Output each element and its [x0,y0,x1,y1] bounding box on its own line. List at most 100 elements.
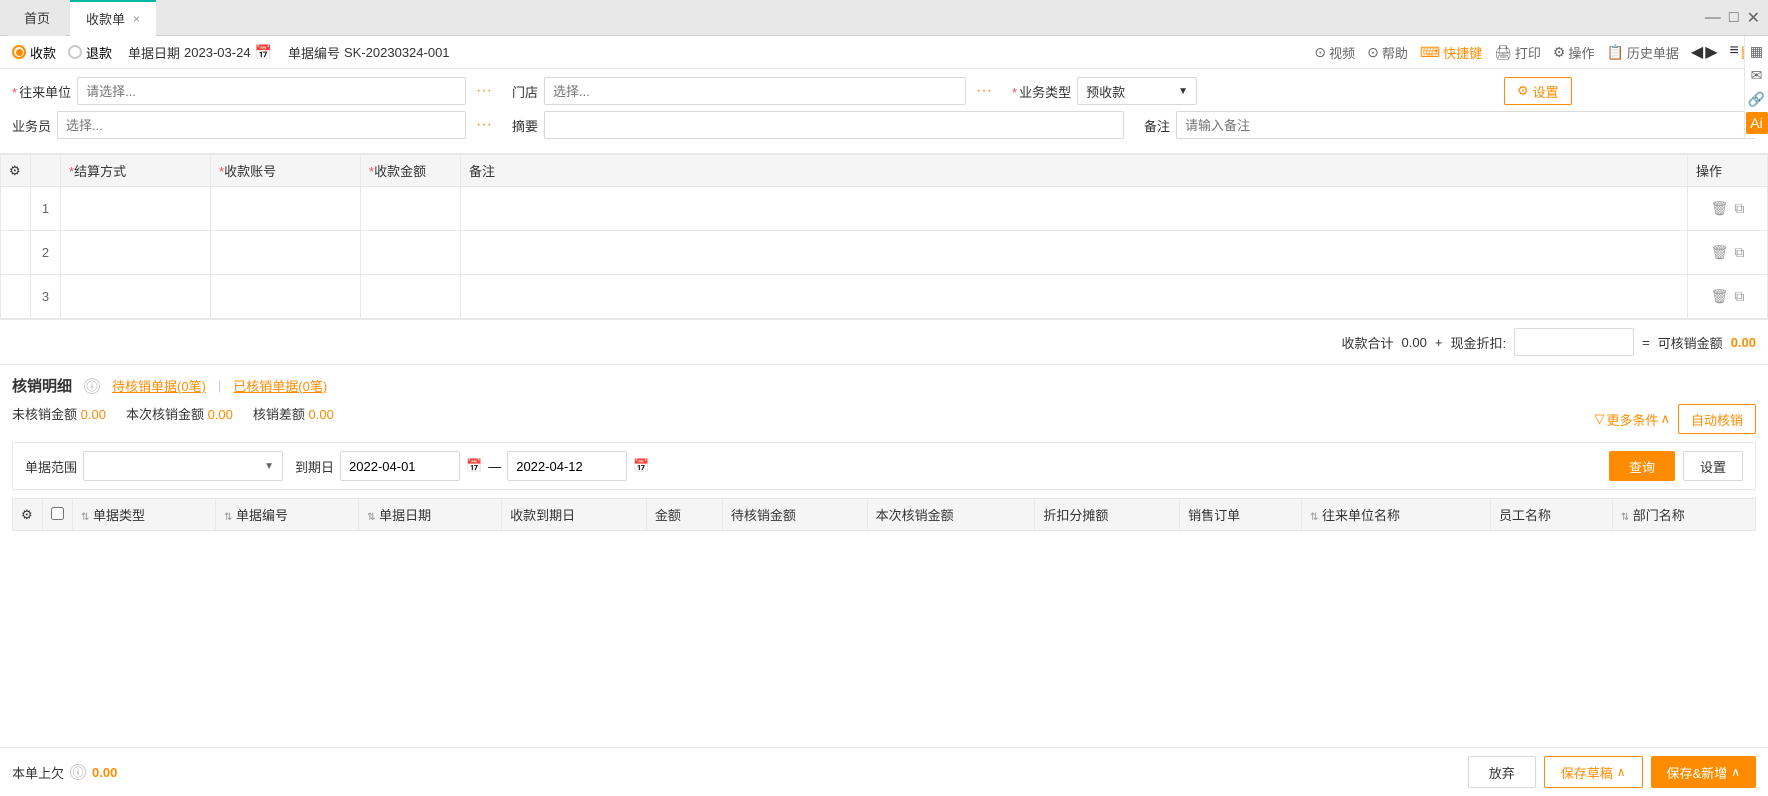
date-from-input[interactable] [340,451,460,481]
staff-input[interactable] [57,111,466,139]
btable-gear-header[interactable]: ⚙ [13,499,43,531]
col-current-header: 本次核销金额 [867,499,1035,531]
row-note-3[interactable] [461,275,1688,319]
delete-btn-2[interactable]: 🗑 [1711,244,1729,261]
col-duedate-header: 收款到期日 [502,499,647,531]
history-label: 历史单据 [1627,43,1679,62]
tab-home[interactable]: 首页 [8,0,66,36]
verify-filter-right: ▽ 更多条件 ∧ 自动核销 [1594,404,1756,434]
abandon-button[interactable]: 放弃 [1468,756,1536,788]
counterparty-input[interactable] [77,77,466,105]
copy-btn-2[interactable]: ⧉ [1734,244,1744,261]
more-conditions-btn[interactable]: ▽ 更多条件 ∧ [1594,410,1670,429]
table-gear-header[interactable]: ⚙ [1,155,31,187]
summary-input[interactable] [544,111,1124,139]
row-amount-1[interactable] [361,187,461,231]
check-diff: 核销差额 0.00 [253,404,334,434]
row-note-1[interactable] [461,187,1688,231]
sidebar-table-icon[interactable]: ▦ [1746,40,1768,62]
nav-next-icon[interactable]: ▶ [1705,42,1717,62]
list-view-icon[interactable]: ≡ [1730,42,1739,62]
row-settle-3[interactable] [61,275,211,319]
shortcut-btn[interactable]: ⌨ 快捷键 [1420,43,1482,62]
copy-btn-3[interactable]: ⧉ [1734,288,1744,305]
save-new-arrow: ∧ [1731,765,1740,779]
verify-info-icon[interactable]: ⓘ [84,378,100,394]
counterparty-more-icon[interactable]: ··· [476,82,492,100]
sidebar-mail-icon[interactable]: ✉ [1746,64,1768,86]
check-diff-value: 0.00 [309,407,334,422]
completed-tab[interactable]: 已核销单据(0笔) [233,376,327,395]
remark-label: 备注 [1144,116,1170,135]
unchecked-amount: 未核销金额 0.00 [12,404,106,434]
query-settings-btn[interactable]: 设置 [1683,451,1743,481]
row-settle-1[interactable] [61,187,211,231]
row-amount-3[interactable] [361,275,461,319]
video-btn[interactable]: ⊙ 视频 [1314,43,1355,62]
discount-input[interactable] [1514,328,1634,356]
row-settle-2[interactable] [61,231,211,275]
remark-input[interactable] [1176,111,1756,139]
bottom-table-area[interactable]: ⚙ ⇅ 单据类型 ⇅ 单据编号 ⇅ 单据日期 收款到期日 金额 待核销金额 本次… [12,498,1756,737]
calendar-icon[interactable]: 📅 [255,44,272,61]
summary-label: 摘要 [512,116,538,135]
settings-icon: ⚙ [1517,83,1529,99]
select-all-checkbox[interactable] [51,507,64,520]
staff-more-icon[interactable]: ··· [476,116,492,134]
store-more-icon[interactable]: ··· [976,82,992,100]
help-label: 帮助 [1382,43,1408,62]
receipt-table: ⚙ *结算方式 *收款账号 *收款金额 备注 操作 [0,154,1768,319]
store-input[interactable] [544,77,966,105]
summary-field: 摘要 [512,111,1124,139]
radio-dot-receipt [12,45,26,59]
number-value: SK-20230324-001 [344,45,450,60]
history-btn[interactable]: 📋 历史单据 [1606,43,1678,62]
pending-tab[interactable]: 待核销单据(0笔) [112,376,206,395]
row-account-3[interactable] [211,275,361,319]
query-button[interactable]: 查询 [1609,451,1675,481]
footer: 本单上欠 ⓘ 0.00 放弃 保存草稿 ∧ 保存&新增 ∧ [0,747,1768,796]
business-type-dropdown[interactable]: 预收款 ▼ [1077,77,1197,105]
range-field: 单据范围 ▼ [25,451,283,481]
col-pending-header: 待核销金额 [722,499,867,531]
date-to-input[interactable] [507,451,627,481]
tab-active[interactable]: 收款单 × [70,0,156,36]
save-draft-button[interactable]: 保存草稿 ∧ [1544,756,1643,788]
row-note-2[interactable] [461,231,1688,275]
date-to-icon[interactable]: 📅 [633,458,649,474]
range-select[interactable]: ▼ [83,451,283,481]
row-account-1[interactable] [211,187,361,231]
delete-btn-3[interactable]: 🗑 [1711,288,1729,305]
date-value: 2023-03-24 [184,45,251,60]
shortcut-icon: ⌨ [1420,44,1440,61]
date-from-icon[interactable]: 📅 [466,458,482,474]
copy-btn-1[interactable]: ⧉ [1734,200,1744,217]
sidebar-link-icon[interactable]: 🔗 [1746,88,1768,110]
window-close-icon[interactable]: ✕ [1747,8,1760,28]
shortcut-label: 快捷键 [1443,43,1482,62]
operation-btn[interactable]: ⚙ 操作 [1553,43,1595,62]
help-btn[interactable]: ⊙ 帮助 [1367,43,1408,62]
delete-btn-1[interactable]: 🗑 [1711,200,1729,217]
auto-verify-btn[interactable]: 自动核销 [1678,404,1756,434]
action-btns-1: 🗑 ⧉ [1696,200,1759,217]
radio-refund[interactable]: 退款 [68,43,112,62]
date-field: 单据日期 2023-03-24 📅 [128,43,272,62]
save-new-button[interactable]: 保存&新增 ∧ [1651,756,1756,788]
nav-prev-icon[interactable]: ◀ [1691,42,1703,62]
window-minimize-icon[interactable]: — [1705,9,1721,27]
print-btn[interactable]: 🖨 打印 [1494,43,1541,62]
row-amount-2[interactable] [361,231,461,275]
tab-close-icon[interactable]: × [133,12,140,26]
radio-dot-refund [68,45,82,59]
row-account-2[interactable] [211,231,361,275]
right-sidebar: ▦ ✉ 🔗 Ai [1744,36,1768,138]
footer-info-icon[interactable]: ⓘ [70,764,86,780]
window-maximize-icon[interactable]: □ [1729,9,1739,27]
settings-button[interactable]: ⚙ 设置 [1504,77,1572,105]
radio-receipt[interactable]: 收款 [12,43,56,62]
sidebar-ai-icon[interactable]: Ai [1746,112,1768,134]
counterparty-field: *往来单位 ··· [12,77,492,105]
row-num-3: 3 [31,275,61,319]
number-field: 单据编号 SK-20230324-001 [288,43,450,62]
